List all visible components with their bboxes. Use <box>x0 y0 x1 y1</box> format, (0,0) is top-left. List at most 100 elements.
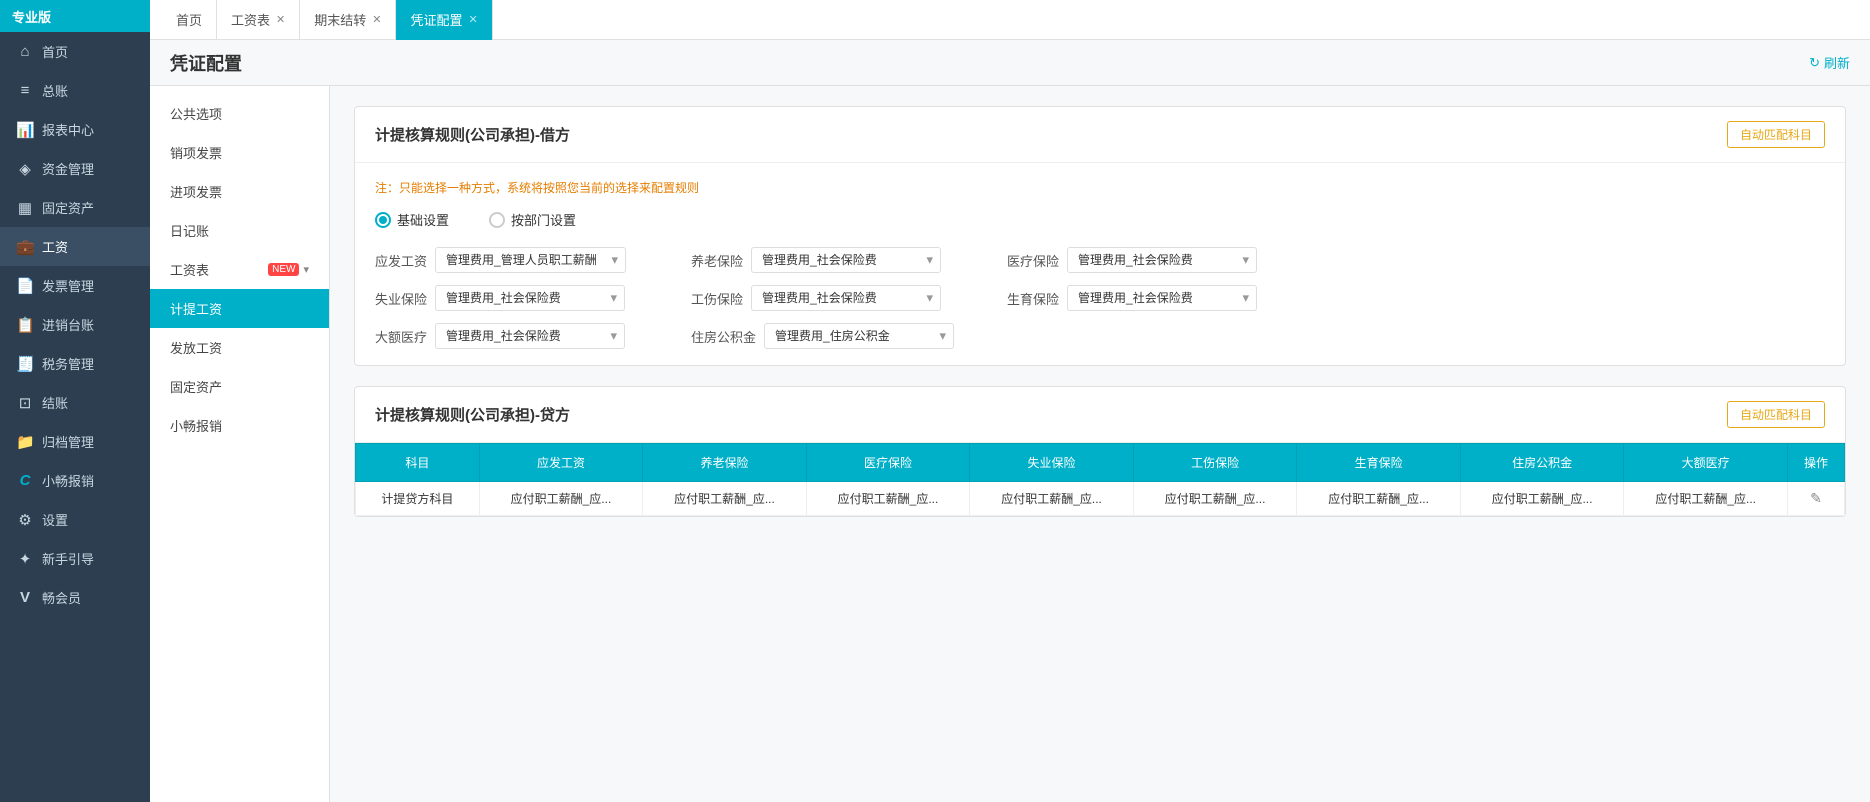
col-actions: 操作 <box>1787 444 1844 482</box>
credit-section-header: 计提核算规则(公司承担)-贷方 自动匹配科目 <box>355 387 1845 443</box>
field-salary: 应发工资 管理费用_管理人员职工薪酬 <box>375 247 675 273</box>
debit-section-title: 计提核算规则(公司承担)-借方 <box>375 124 570 145</box>
left-menu-fixed-assets-label: 固定资产 <box>170 377 222 396</box>
sidebar-item-home[interactable]: ⌂ 首页 <box>0 32 150 71</box>
left-menu-salary-table-label: 工资表 <box>170 260 209 279</box>
radio-department[interactable]: 按部门设置 <box>489 210 576 229</box>
left-menu-xiaochang-expense[interactable]: 小畅报销 <box>150 406 329 445</box>
sidebar-label-assets: 固定资产 <box>42 198 94 217</box>
cell-injury: 应付职工薪酬_应... <box>1133 482 1297 516</box>
sidebar-item-vip[interactable]: V 畅会员 <box>0 578 150 617</box>
refresh-icon: ↻ <box>1809 55 1820 71</box>
sidebar-item-ledger[interactable]: ≡ 总账 <box>0 71 150 110</box>
left-menu-fixed-assets[interactable]: 固定资产 <box>150 367 329 406</box>
sidebar-label-archive: 归档管理 <box>42 432 94 451</box>
home-icon: ⌂ <box>16 43 34 60</box>
label-injury: 工伤保险 <box>691 289 743 308</box>
sidebar-item-invoice[interactable]: 📄 发票管理 <box>0 266 150 305</box>
sidebar-item-reports[interactable]: 📊 报表中心 <box>0 110 150 149</box>
left-menu-journal[interactable]: 日记账 <box>150 211 329 250</box>
select-major-medical[interactable]: 管理费用_社会保险费 <box>435 323 625 349</box>
tab-voucher-config[interactable]: 凭证配置 ✕ <box>396 0 492 40</box>
cell-action[interactable]: ✎ <box>1787 482 1844 516</box>
select-unemployment[interactable]: 管理费用_社会保险费 <box>435 285 625 311</box>
sidebar-item-archive[interactable]: 📁 归档管理 <box>0 422 150 461</box>
sidebar-item-xiaochang[interactable]: C 小畅报销 <box>0 461 150 500</box>
select-wrapper-medical: 管理费用_社会保险费 <box>1067 247 1257 273</box>
select-wrapper-housing-fund: 管理费用_住房公积金 <box>764 323 954 349</box>
tab-period-end[interactable]: 期末结转 ✕ <box>300 0 396 40</box>
tax-icon: 🧾 <box>16 355 34 373</box>
edit-icon[interactable]: ✎ <box>1810 490 1822 506</box>
left-menu-journal-label: 日记账 <box>170 221 209 240</box>
form-row-1: 失业保险 管理费用_社会保险费 工伤保险 <box>375 285 1825 311</box>
debit-form-rows: 应发工资 管理费用_管理人员职工薪酬 养老保险 <box>375 247 1825 349</box>
left-menu-purchase-invoice-label: 进项发票 <box>170 182 222 201</box>
left-menu: 公共选项 销项发票 进项发票 日记账 工资表 NEW ▾ 计提工资 <box>150 86 330 802</box>
sidebar-item-guide[interactable]: ✦ 新手引导 <box>0 539 150 578</box>
left-menu-calc-salary-label: 计提工资 <box>170 299 222 318</box>
radio-basic[interactable]: 基础设置 <box>375 210 449 229</box>
col-maternity: 生育保险 <box>1297 444 1461 482</box>
cell-subject: 计提贷方科目 <box>356 482 480 516</box>
left-menu-purchase-invoice[interactable]: 进项发票 <box>150 172 329 211</box>
xiaochang-icon: C <box>16 472 34 489</box>
cell-major-medical: 应付职工薪酬_应... <box>1624 482 1788 516</box>
col-subject: 科目 <box>356 444 480 482</box>
field-maternity: 生育保险 管理费用_社会保险费 <box>1007 285 1307 311</box>
select-housing-fund[interactable]: 管理费用_住房公积金 <box>764 323 954 349</box>
select-maternity[interactable]: 管理费用_社会保险费 <box>1067 285 1257 311</box>
refresh-button[interactable]: ↻ 刷新 <box>1809 53 1850 72</box>
left-menu-calc-salary[interactable]: 计提工资 <box>150 289 329 328</box>
left-menu-xiaochang-expense-label: 小畅报销 <box>170 416 222 435</box>
sidebar-label-settings: 设置 <box>42 510 68 529</box>
select-pension[interactable]: 管理费用_社会保险费 <box>751 247 941 273</box>
ledger-icon: ≡ <box>16 82 34 99</box>
brand-label: 专业版 <box>12 7 51 26</box>
label-housing-fund: 住房公积金 <box>691 327 756 346</box>
sidebar-item-assets[interactable]: ▦ 固定资产 <box>0 188 150 227</box>
sidebar-label-salary: 工资 <box>42 237 68 256</box>
label-maternity: 生育保险 <box>1007 289 1059 308</box>
left-menu-sales-invoice[interactable]: 销项发票 <box>150 133 329 172</box>
sidebar-label-xiaochang: 小畅报销 <box>42 471 94 490</box>
field-injury: 工伤保险 管理费用_社会保险费 <box>691 285 991 311</box>
left-menu-salary-table[interactable]: 工资表 NEW ▾ <box>150 250 329 289</box>
sidebar-label-tax: 税务管理 <box>42 354 94 373</box>
sidebar-label-home: 首页 <box>42 42 68 61</box>
sidebar-label-invoice: 发票管理 <box>42 276 94 295</box>
cell-salary: 应付职工薪酬_应... <box>479 482 643 516</box>
tab-home[interactable]: 首页 <box>162 0 217 40</box>
select-salary[interactable]: 管理费用_管理人员职工薪酬 <box>435 247 626 273</box>
form-row-0: 应发工资 管理费用_管理人员职工薪酬 养老保险 <box>375 247 1825 273</box>
select-medical[interactable]: 管理费用_社会保险费 <box>1067 247 1257 273</box>
field-housing-fund: 住房公积金 管理费用_住房公积金 <box>691 323 991 349</box>
left-menu-public[interactable]: 公共选项 <box>150 94 329 133</box>
radio-department-label: 按部门设置 <box>511 210 576 229</box>
select-wrapper-pension: 管理费用_社会保险费 <box>751 247 941 273</box>
left-menu-public-label: 公共选项 <box>170 104 222 123</box>
sidebar-item-close[interactable]: ⊡ 结账 <box>0 383 150 422</box>
debit-auto-match-button[interactable]: 自动匹配科目 <box>1727 121 1825 148</box>
left-menu-pay-salary[interactable]: 发放工资 <box>150 328 329 367</box>
radio-department-circle <box>489 212 505 228</box>
top-nav: 首页 工资表 ✕ 期末结转 ✕ 凭证配置 ✕ <box>150 0 1870 40</box>
credit-auto-match-button[interactable]: 自动匹配科目 <box>1727 401 1825 428</box>
sidebar-item-funds[interactable]: ◈ 资金管理 <box>0 149 150 188</box>
tab-period-end-close[interactable]: ✕ <box>372 13 381 26</box>
settings-icon: ⚙ <box>16 511 34 529</box>
label-medical: 医疗保险 <box>1007 251 1059 270</box>
funds-icon: ◈ <box>16 160 34 178</box>
sidebar-item-settings[interactable]: ⚙ 设置 <box>0 500 150 539</box>
select-injury[interactable]: 管理费用_社会保险费 <box>751 285 941 311</box>
sidebar-item-salary[interactable]: 💼 工资 <box>0 227 150 266</box>
sidebar-item-purchase[interactable]: 📋 进销台账 <box>0 305 150 344</box>
tab-voucher-config-label: 凭证配置 <box>410 10 462 29</box>
left-menu-pay-salary-label: 发放工资 <box>170 338 222 357</box>
tab-salary-table[interactable]: 工资表 ✕ <box>217 0 300 40</box>
sidebar-label-ledger: 总账 <box>42 81 68 100</box>
tab-salary-table-close[interactable]: ✕ <box>276 13 285 26</box>
sidebar-item-tax[interactable]: 🧾 税务管理 <box>0 344 150 383</box>
credit-table: 科目 应发工资 养老保险 医疗保险 失业保险 工伤保险 生育保险 住房公积金 大… <box>355 443 1845 516</box>
tab-voucher-config-close[interactable]: ✕ <box>469 13 478 26</box>
